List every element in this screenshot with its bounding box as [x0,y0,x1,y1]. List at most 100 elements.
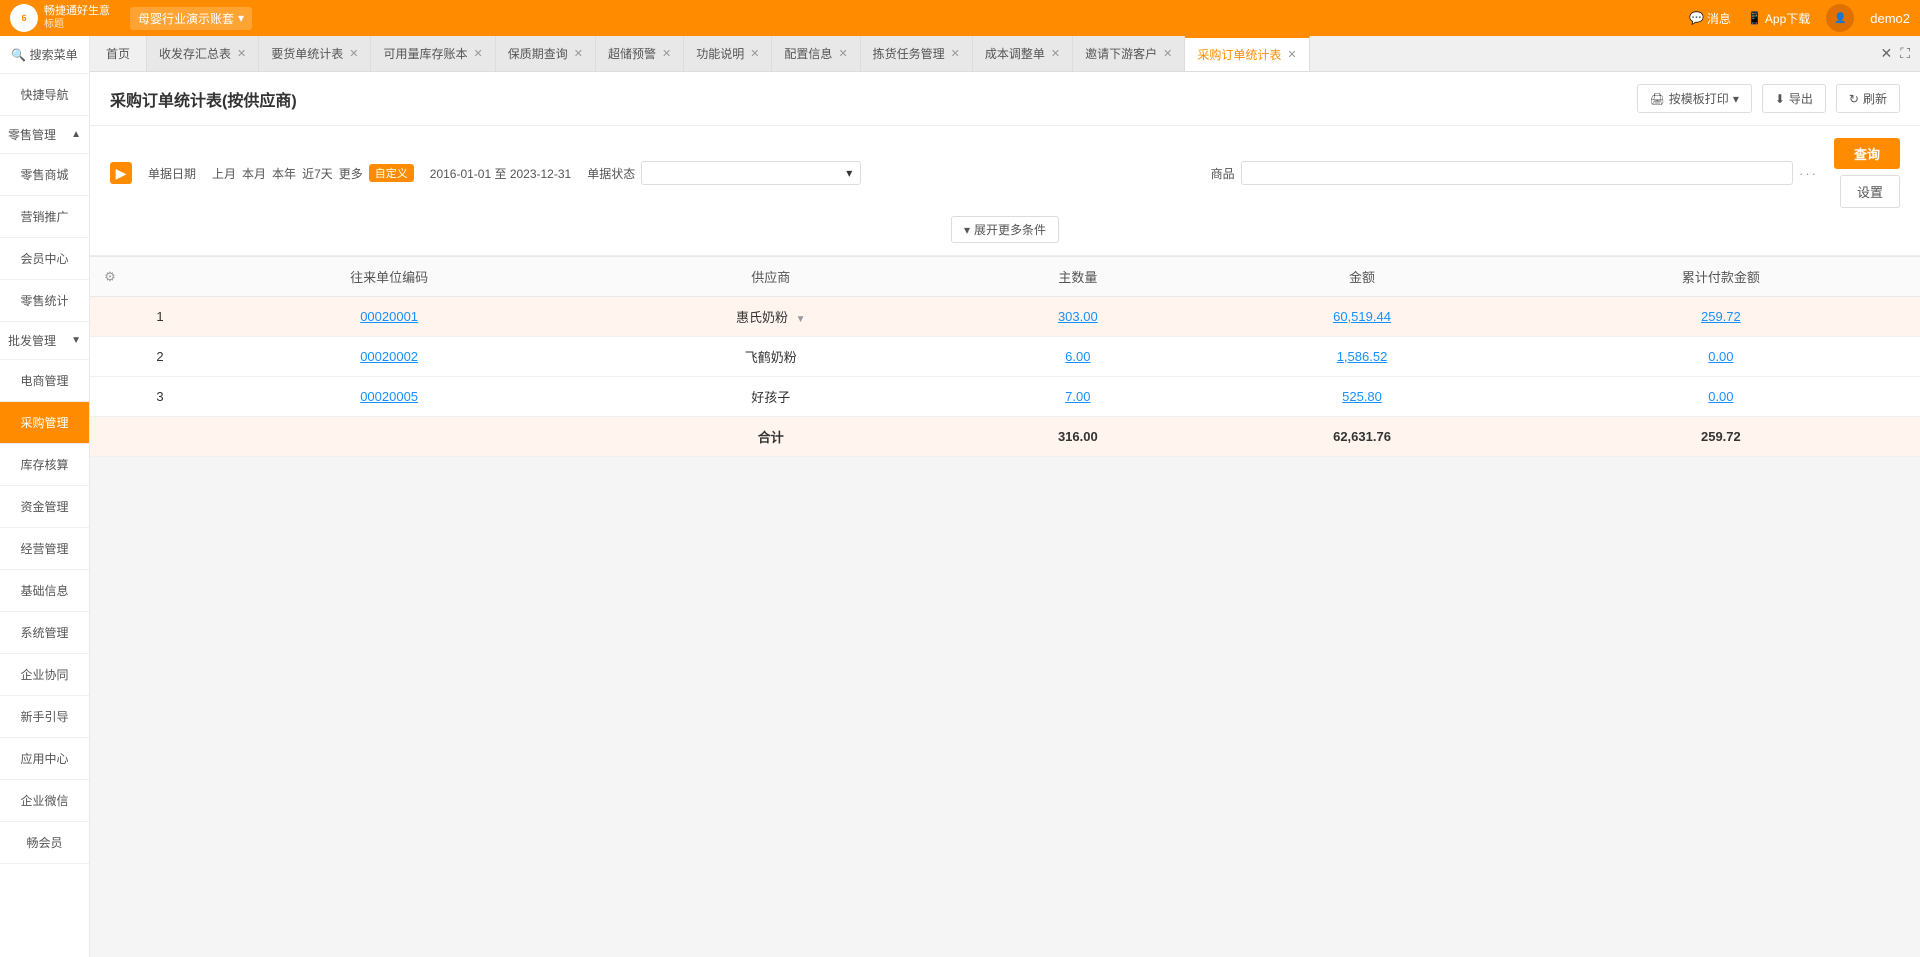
sidebar-item-wholesale[interactable]: 批发管理 ▼ [0,322,89,360]
tab-close-overstock[interactable]: ✕ [662,47,671,60]
more-options-icon[interactable]: ··· [1799,166,1818,181]
export-icon: ⬇ [1775,92,1785,106]
sidebar-item-enterprise-wx[interactable]: 企业微信 [0,780,89,822]
tab-close-invite[interactable]: ✕ [1163,47,1172,60]
sidebar: 🔍 搜索菜单 快捷导航 零售管理 ▲ 零售商城 营销推广 会员中心 零售统计 [0,36,90,957]
shortcut-last-month[interactable]: 上月 [212,165,236,182]
shortcut-this-month[interactable]: 本月 [242,165,266,182]
query-btn[interactable]: 查询 [1834,138,1900,169]
tab-receive-summary[interactable]: 收发存汇总表 ✕ [147,36,259,72]
settings-btn[interactable]: 设置 [1840,175,1900,208]
tab-close-picking[interactable]: ✕ [951,47,960,60]
export-btn[interactable]: ⬇ 导出 [1762,84,1826,113]
row1-amount: 60,519.44 [1202,297,1521,337]
tab-close-expiry[interactable]: ✕ [574,47,583,60]
chevron-down-icon: ▼ [71,335,81,346]
row2-paid-link[interactable]: 0.00 [1708,349,1733,364]
table-footer: 合计 316.00 62,631.76 259.72 [90,417,1920,457]
chevron-down-icon: ▾ [1733,92,1739,106]
sidebar-item-quick-nav[interactable]: 快捷导航 [0,74,89,116]
message-btn[interactable]: 💬 消息 [1689,10,1731,27]
tab-close-purchase[interactable]: ✕ [1287,48,1296,61]
sidebar-item-system[interactable]: 系统管理 [0,612,89,654]
print-btn[interactable]: 🖨 按模板打印 ▾ [1637,84,1752,113]
goods-input[interactable] [1241,161,1793,185]
sidebar-item-retail-mgmt[interactable]: 零售管理 ▲ [0,116,89,154]
footer-label [190,417,588,457]
shortcut-more[interactable]: 更多 [339,165,363,182]
row2-settings [90,337,130,377]
sidebar-item-app-center[interactable]: 应用中心 [0,738,89,780]
row1-unit-code: 00020001 [190,297,588,337]
tab-demand-summary[interactable]: 要货单统计表 ✕ [259,36,371,72]
column-settings-icon[interactable]: ⚙ [104,269,116,284]
tab-function-desc[interactable]: 功能说明 ✕ [684,36,772,72]
tab-picking-task[interactable]: 拣货任务管理 ✕ [861,36,973,72]
sidebar-item-ecommerce[interactable]: 电商管理 [0,360,89,402]
row1-paid-link[interactable]: 259.72 [1701,309,1741,324]
top-bar: 6 畅捷通好生意 标题 母婴行业演示账套 ▾ 💬 消息 📱 App下载 [0,0,1920,36]
row3-unit-code-link[interactable]: 00020005 [360,389,418,404]
sidebar-item-retail-store[interactable]: 零售商城 [0,154,89,196]
tab-purchase-summary[interactable]: 采购订单统计表 ✕ [1185,36,1309,72]
sidebar-item-marketing[interactable]: 营销推广 [0,196,89,238]
row2-unit-code-link[interactable]: 00020002 [360,349,418,364]
status-label: 单据状态 [587,165,635,182]
sidebar-item-purchase[interactable]: 采购管理 [0,402,89,444]
sidebar-item-retail-stat[interactable]: 零售统计 [0,280,89,322]
row1-expand-icon[interactable]: ▼ [796,314,806,325]
sidebar-item-enterprise[interactable]: 企业协同 [0,654,89,696]
table-header-row: ⚙ 往来单位编码 供应商 主数量 金额 累计付款金额 [90,257,1920,297]
tab-close-demand[interactable]: ✕ [349,47,358,60]
row2-amount-link[interactable]: 1,586.52 [1337,349,1388,364]
row2-index: 2 [130,337,190,377]
row2-qty-link[interactable]: 6.00 [1065,349,1090,364]
sidebar-item-member2[interactable]: 畅会员 [0,822,89,864]
header-actions: 🖨 按模板打印 ▾ ⬇ 导出 ↻ 刷新 [1637,84,1900,113]
sidebar-item-search[interactable]: 🔍 搜索菜单 [0,36,89,74]
goods-label: 商品 [1211,165,1235,182]
sidebar-item-basic-info[interactable]: 基础信息 [0,570,89,612]
tab-close-function[interactable]: ✕ [750,47,759,60]
sidebar-item-finance[interactable]: 资金管理 [0,486,89,528]
tab-close-cost[interactable]: ✕ [1051,47,1060,60]
expand-conditions-btn[interactable]: ▾ 展开更多条件 [951,216,1059,243]
status-select[interactable]: ▾ [641,161,861,185]
custom-date-badge[interactable]: 自定义 [369,164,414,182]
logo-text: 畅捷通好生意 标题 [44,5,110,30]
tab-config-info[interactable]: 配置信息 ✕ [772,36,860,72]
footer-index [130,417,190,457]
shortcut-this-year[interactable]: 本年 [272,165,296,182]
row1-qty-link[interactable]: 303.00 [1058,309,1098,324]
row3-amount-link[interactable]: 525.80 [1342,389,1382,404]
tab-overstock[interactable]: 超储预警 ✕ [596,36,684,72]
username-label[interactable]: demo2 [1870,11,1910,26]
tab-cost-adjust[interactable]: 成本调整单 ✕ [973,36,1073,72]
row1-unit-code-link[interactable]: 00020001 [360,309,418,324]
tab-expiry-query[interactable]: 保质期查询 ✕ [496,36,596,72]
tab-close-config[interactable]: ✕ [838,47,847,60]
row3-paid-link[interactable]: 0.00 [1708,389,1733,404]
goods-filter-field: 商品 ··· [1211,161,1818,185]
sidebar-item-member[interactable]: 会员中心 [0,238,89,280]
tab-expand-icon[interactable]: ⛶ [1900,45,1910,62]
user-avatar[interactable]: 👤 [1826,4,1854,32]
row3-qty-link[interactable]: 7.00 [1065,389,1090,404]
row1-amount-link[interactable]: 60,519.44 [1333,309,1391,324]
app-download-btn[interactable]: 📱 App下载 [1747,10,1810,27]
tab-close-inventory[interactable]: ✕ [474,47,483,60]
col-header-amount: 金额 [1202,257,1521,297]
sidebar-item-operations[interactable]: 经营管理 [0,528,89,570]
tab-invite-downstream[interactable]: 邀请下游客户 ✕ [1073,36,1185,72]
tab-available-inventory[interactable]: 可用量库存账本 ✕ [371,36,495,72]
workspace-select[interactable]: 母婴行业演示账套 ▾ [130,7,252,30]
tab-home[interactable]: 首页 [90,36,147,72]
sidebar-item-inventory[interactable]: 库存核算 [0,444,89,486]
sidebar-item-newbie[interactable]: 新手引导 [0,696,89,738]
tab-close-all-icon[interactable]: ✕ [1880,45,1892,62]
shortcut-7days[interactable]: 近7天 [302,165,333,182]
filter-toggle-btn[interactable]: ▶ [110,162,132,184]
tab-close-receive[interactable]: ✕ [237,47,246,60]
print-icon: 🖨 [1650,92,1665,106]
refresh-btn[interactable]: ↻ 刷新 [1836,84,1900,113]
